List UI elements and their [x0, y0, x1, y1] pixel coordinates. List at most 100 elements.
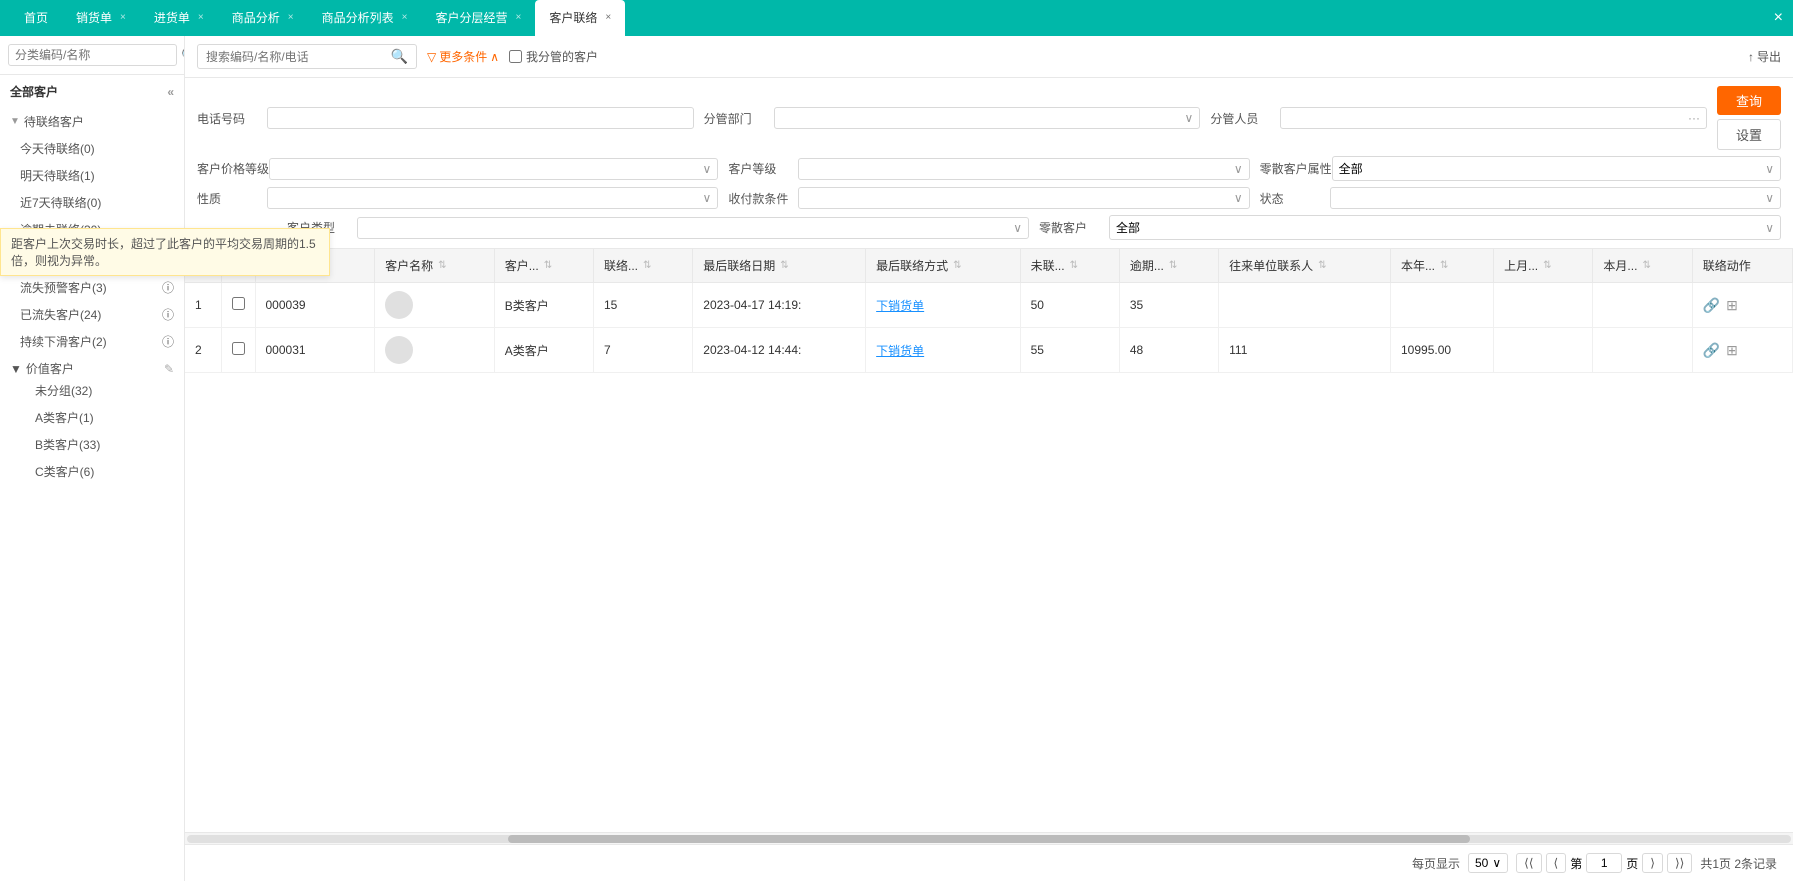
contact-sort[interactable]: ⇅ — [643, 260, 651, 271]
first-page-btn[interactable]: ⟨⟨ — [1516, 853, 1541, 873]
pending-group-title[interactable]: ▼ 待联络客户 — [0, 108, 184, 135]
prev-page-btn[interactable]: ⟨ — [1546, 853, 1567, 873]
retail-cust-select[interactable]: 全部 ∨ — [1109, 215, 1781, 240]
method-sort[interactable]: ⇅ — [953, 260, 961, 271]
nav-sales-order[interactable]: 销货单 × — [62, 0, 140, 36]
nav-customer-contact[interactable]: 客户联络 × — [535, 0, 625, 36]
lost-info-icon[interactable]: ⓘ — [162, 279, 174, 296]
history-sort[interactable]: ⇅ — [1318, 260, 1326, 271]
sidebar-already-lost[interactable]: 已流失客户(24) ⓘ — [0, 301, 184, 328]
row1-grid-icon[interactable]: ⊞ — [1726, 297, 1738, 314]
search-input[interactable] — [206, 50, 387, 64]
sidebar-today-pending[interactable]: 今天待联络(0) — [0, 135, 184, 162]
sidebar: 🔍 全部客户 « ▼ 待联络客户 今天待联络(0) 明天待联络(1) 近7天待联… — [0, 36, 185, 881]
search-input-wrap: 🔍 — [197, 44, 417, 69]
sidebar-tomorrow-pending[interactable]: 明天待联络(1) — [0, 162, 184, 189]
all-customers-header[interactable]: 全部客户 « — [0, 75, 184, 108]
sidebar-unclassified[interactable]: 未分组(32) — [10, 377, 174, 404]
settings-btn[interactable]: 设置 — [1717, 119, 1781, 150]
repurchase-tooltip: 距客户上次交易时长，超过了此客户的平均交易周期的1.5倍，则视为异常。 — [0, 228, 185, 276]
dept-select[interactable]: ∨ — [774, 107, 1201, 129]
scroll-thumb[interactable] — [508, 835, 1470, 843]
retail-attr-select[interactable]: 全部 ∨ — [1332, 156, 1781, 181]
nav-close-contact[interactable]: × — [605, 0, 611, 36]
nav-close-analysis-list[interactable]: × — [402, 0, 408, 36]
gender-select[interactable]: ∨ — [267, 187, 718, 209]
pending-group: ▼ 待联络客户 今天待联络(0) 明天待联络(1) 近7天待联络(0) 逾期未联… — [0, 108, 184, 243]
pay-term-select[interactable]: ∨ — [798, 187, 1249, 209]
export-btn[interactable]: ↑ 导出 — [1748, 48, 1781, 65]
nav-close-purchase[interactable]: × — [198, 0, 204, 36]
row1-history — [1219, 283, 1391, 328]
row2-grid-icon[interactable]: ⊞ — [1726, 342, 1738, 359]
last-page-btn[interactable]: ⟩⟩ — [1667, 853, 1692, 873]
nav-close-all-btn[interactable]: × — [1774, 9, 1783, 27]
horizontal-scrollbar[interactable] — [185, 832, 1793, 844]
filter-cust-type: 客户类型 ∨ — [287, 217, 1029, 239]
nav-product-analysis[interactable]: 商品分析 × — [218, 0, 308, 36]
row2-contact: 7 — [594, 328, 693, 373]
value-group-edit-icon[interactable]: ✎ — [164, 362, 174, 376]
cust-type-select[interactable]: ∨ — [357, 217, 1029, 239]
already-lost-info-icon[interactable]: ⓘ — [162, 306, 174, 323]
row1-checkbox[interactable] — [221, 283, 255, 328]
price-grade-select[interactable]: ∨ — [269, 158, 718, 180]
nav-home[interactable]: 首页 — [10, 0, 62, 36]
overdue-sort[interactable]: ⇅ — [1169, 260, 1177, 271]
page-input[interactable] — [1586, 853, 1622, 873]
person-select[interactable]: ··· — [1280, 107, 1707, 129]
row1-not-contact: 50 — [1020, 283, 1119, 328]
my-customer-check[interactable] — [509, 50, 522, 63]
row2-link-icon[interactable]: 🔗 — [1703, 342, 1720, 359]
status-arrow: ∨ — [1765, 191, 1774, 205]
pay-term-arrow: ∨ — [1234, 191, 1243, 205]
my-customer-checkbox[interactable]: 我分管的客户 — [509, 48, 598, 65]
th-cust-type: 客户... ⇅ — [494, 249, 593, 283]
th-contact: 联络... ⇅ — [594, 249, 693, 283]
nav-close-tier[interactable]: × — [515, 0, 521, 36]
sidebar-b-class[interactable]: B类客户(33) — [10, 431, 174, 458]
not-contact-sort[interactable]: ⇅ — [1070, 260, 1078, 271]
name-sort[interactable]: ⇅ — [438, 260, 446, 271]
next-page-btn[interactable]: ⟩ — [1642, 853, 1663, 873]
value-group-header[interactable]: ▼ 价值客户 ✎ — [10, 360, 174, 377]
th-this-month: 本月... ⇅ — [1593, 249, 1692, 283]
this-month-sort[interactable]: ⇅ — [1642, 260, 1650, 271]
continuous-down-info-icon[interactable]: ⓘ — [162, 333, 174, 350]
row2-select[interactable] — [232, 342, 245, 355]
year-sort[interactable]: ⇅ — [1440, 260, 1448, 271]
row1-select[interactable] — [232, 297, 245, 310]
row2-not-contact: 55 — [1020, 328, 1119, 373]
status-select[interactable]: ∨ — [1330, 187, 1781, 209]
th-name: 客户名称 ⇅ — [375, 249, 495, 283]
sidebar-c-class[interactable]: C类客户(6) — [10, 458, 174, 485]
sidebar-search-input[interactable] — [8, 44, 177, 66]
row2-checkbox[interactable] — [221, 328, 255, 373]
query-btn[interactable]: 查询 — [1717, 86, 1781, 115]
row2-cust-type: A类客户 — [494, 328, 593, 373]
last-month-sort[interactable]: ⇅ — [1543, 260, 1551, 271]
nav-close-sales[interactable]: × — [120, 0, 126, 36]
row1-link-icon[interactable]: 🔗 — [1703, 297, 1720, 314]
nav-close-analysis[interactable]: × — [288, 0, 294, 36]
scroll-track[interactable] — [187, 835, 1791, 843]
row1-last-date: 2023-04-17 14:19: — [693, 283, 866, 328]
more-filter-btn[interactable]: ▽ 更多条件 ∧ — [427, 48, 499, 65]
search-icon[interactable]: 🔍 — [391, 48, 408, 65]
sidebar-week-pending[interactable]: 近7天待联络(0) — [0, 189, 184, 216]
cust-grade-select[interactable]: ∨ — [798, 158, 1249, 180]
phone-input[interactable] — [267, 107, 694, 129]
nav-product-analysis-list[interactable]: 商品分析列表 × — [308, 0, 422, 36]
sidebar-a-class[interactable]: A类客户(1) — [10, 404, 174, 431]
nav-customer-tier[interactable]: 客户分层经营 × — [421, 0, 535, 36]
sidebar-collapse-btn[interactable]: « — [167, 85, 174, 99]
date-sort[interactable]: ⇅ — [780, 260, 788, 271]
sidebar-continuous-down[interactable]: 持续下滑客户(2) ⓘ — [0, 328, 184, 355]
sidebar-lost-warning[interactable]: 流失预警客户(3) ⓘ — [0, 274, 184, 301]
type-sort[interactable]: ⇅ — [544, 260, 552, 271]
row1-last-method[interactable]: 下销货单 — [866, 283, 1020, 328]
nav-purchase-order[interactable]: 进货单 × — [140, 0, 218, 36]
per-page-select[interactable]: 50 ∨ — [1468, 853, 1508, 873]
page-label: 第 — [1570, 855, 1582, 872]
row2-last-method[interactable]: 下销货单 — [866, 328, 1020, 373]
